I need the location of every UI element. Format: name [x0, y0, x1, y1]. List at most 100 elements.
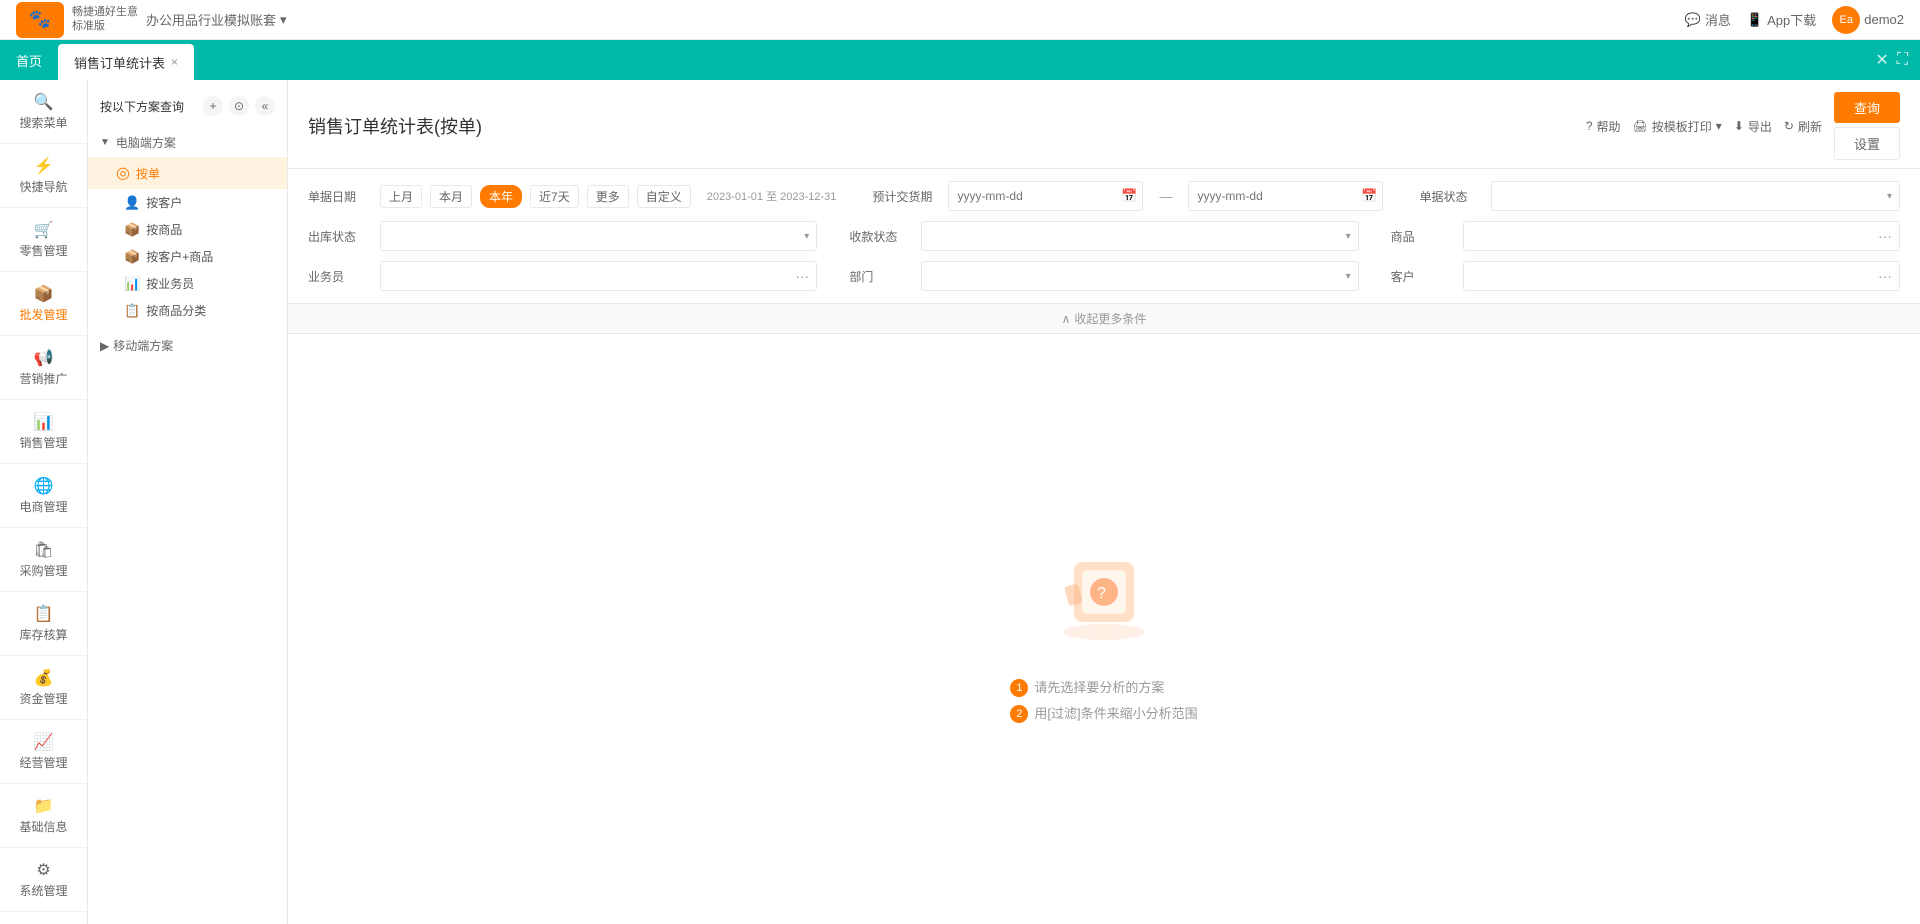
user-initial: Ea	[1840, 14, 1853, 26]
tab-maximize-icon[interactable]: ⛶	[1897, 51, 1908, 69]
print-chevron-icon: ▾	[1716, 119, 1722, 133]
date-btn-custom[interactable]: 自定义	[637, 185, 691, 208]
scheme-item-by-product[interactable]: 📦 按商品	[88, 216, 287, 243]
delivery-date-label: 预计交货期	[872, 188, 932, 205]
by-customer-product-label: 按客户+商品	[146, 248, 213, 265]
tab-close-icon[interactable]: ×	[171, 55, 178, 69]
filter-row-3: 业务员 ··· 部门 ▾ 客户 ···	[308, 261, 1900, 291]
sidebar-item-marketing[interactable]: 📢 营销推广	[0, 336, 87, 400]
sidebar-item-shortcuts[interactable]: ⚡ 快捷导航	[0, 144, 87, 208]
sidebar-item-retail[interactable]: 🛒 零售管理	[0, 208, 87, 272]
date-separator: —	[1159, 189, 1172, 204]
salesperson-input[interactable]	[380, 261, 817, 291]
customer-input[interactable]	[1463, 261, 1900, 291]
sidebar-item-finance[interactable]: 💰 资金管理	[0, 656, 87, 720]
app-selector[interactable]: 办公用品行业模拟账套 ▾	[146, 10, 287, 29]
add-scheme-button[interactable]: +	[203, 96, 223, 116]
content-area: 按以下方案查询 + ⊙ « ▼ 电脑端方案 ◎ 按单 👤	[88, 80, 1920, 924]
customer-field: ···	[1463, 261, 1900, 291]
by-product-icon: 📦	[124, 222, 140, 238]
sales-icon: 📊	[8, 412, 79, 432]
date-btn-last-month[interactable]: 上月	[380, 185, 422, 208]
calendar-end-icon: 📅	[1361, 188, 1377, 204]
filter-area: 单据日期 上月 本月 本年 近7天 更多 自定义 2023-01-01 至 20…	[288, 169, 1920, 304]
help-button[interactable]: ? 帮助	[1586, 118, 1621, 135]
export-label: 导出	[1748, 118, 1772, 135]
date-btn-7days[interactable]: 近7天	[530, 185, 579, 208]
help-label: 帮助	[1597, 118, 1621, 135]
page-actions: ? 帮助 🖨 按模板打印 ▾ ⬇ 导出 ↻ 刷新	[1586, 92, 1900, 160]
date-range-text: 2023-01-01 至 2023-12-31	[707, 188, 837, 204]
status-label: 单据状态	[1419, 188, 1475, 205]
mobile-scheme-group: ▶ 移动端方案	[88, 328, 287, 363]
product-input[interactable]	[1463, 221, 1900, 251]
sidebar-item-sales[interactable]: 📊 销售管理	[0, 400, 87, 464]
topbar-left: 🐾 畅捷通好生意 标准版 办公用品行业模拟账套 ▾	[16, 2, 287, 38]
export-icon: ⬇	[1734, 119, 1744, 133]
print-button[interactable]: 🖨 按模板打印 ▾	[1633, 118, 1722, 135]
collapse-scheme-button[interactable]: «	[255, 96, 275, 116]
download-label: App下载	[1767, 10, 1816, 29]
sidebar-item-label: 库存核算	[8, 626, 79, 643]
download-button[interactable]: 📱 App下载	[1747, 10, 1816, 29]
scheme-item-by-customer[interactable]: 👤 按客户	[88, 189, 287, 216]
pc-scheme-group: ▼ 电脑端方案 ◎ 按单 👤 按客户 📦 按商品 📦 按客户+	[88, 124, 287, 328]
sidebar-item-inventory[interactable]: 📋 库存核算	[0, 592, 87, 656]
ecommerce-icon: 🌐	[8, 476, 79, 496]
sidebar-item-system[interactable]: ⚙ 系统管理	[0, 848, 87, 912]
empty-illustration: ?	[1044, 532, 1164, 655]
query-button[interactable]: 查询	[1834, 92, 1900, 123]
status-field: ▾	[1491, 181, 1900, 211]
tabbar-actions: ✕ ⛶	[1875, 50, 1920, 70]
by-order-label: 按单	[136, 165, 160, 182]
svg-text:?: ?	[1097, 585, 1106, 602]
sidebar-item-label: 快捷导航	[8, 178, 79, 195]
export-button[interactable]: ⬇ 导出	[1734, 118, 1772, 135]
collapse-bar[interactable]: ∧ 收起更多条件	[288, 304, 1920, 334]
sidebar-item-enterprise[interactable]: 🤝 企业协同	[0, 912, 87, 924]
delivery-status-select[interactable]	[380, 221, 817, 251]
tab-home[interactable]: 首页	[0, 40, 58, 80]
scheme-panel: 按以下方案查询 + ⊙ « ▼ 电脑端方案 ◎ 按单 👤	[88, 80, 288, 924]
settings-button[interactable]: 设置	[1834, 127, 1900, 160]
sidebar-item-ecommerce[interactable]: 🌐 电商管理	[0, 464, 87, 528]
scheme-item-by-customer-product[interactable]: 📦 按客户+商品	[88, 243, 287, 270]
empty-tip-1: 1 请先选择要分析的方案	[1010, 675, 1197, 701]
message-button[interactable]: 💬 消息	[1685, 10, 1731, 29]
delivery-date-end-input[interactable]	[1188, 181, 1383, 211]
tab-sales-order[interactable]: 销售订单统计表 ×	[58, 44, 194, 80]
user-menu[interactable]: Ea demo2	[1832, 6, 1904, 34]
refresh-button[interactable]: ↻ 刷新	[1784, 118, 1822, 135]
message-icon: 💬	[1685, 12, 1701, 28]
page-title: 销售订单统计表(按单)	[308, 113, 482, 139]
by-order-icon: ◎	[116, 163, 130, 183]
search-icon: 🔍	[8, 92, 79, 112]
filter-row-1: 单据日期 上月 本月 本年 近7天 更多 自定义 2023-01-01 至 20…	[308, 181, 1900, 211]
sidebar-item-search[interactable]: 🔍 搜索菜单	[0, 80, 87, 144]
sidebar-item-operations[interactable]: 📈 经营管理	[0, 720, 87, 784]
sidebar-item-purchase[interactable]: 🛍 采购管理	[0, 528, 87, 592]
by-product-label: 按商品	[146, 221, 182, 238]
payment-status-select[interactable]	[921, 221, 1358, 251]
date-btn-this-month[interactable]: 本月	[430, 185, 472, 208]
tab-close-all-icon[interactable]: ✕	[1875, 50, 1888, 70]
delivery-date-start-input[interactable]	[948, 181, 1143, 211]
sidebar-item-wholesale[interactable]: 📦 批发管理	[0, 272, 87, 336]
pc-scheme-group-title[interactable]: ▼ 电脑端方案	[88, 128, 287, 157]
status-select[interactable]	[1491, 181, 1900, 211]
mobile-scheme-group-title[interactable]: ▶ 移动端方案	[88, 332, 287, 359]
scheme-item-by-order[interactable]: ◎ 按单	[88, 157, 287, 189]
logo-line1: 畅捷通好生意	[72, 6, 138, 19]
scheme-item-by-product-category[interactable]: 📋 按商品分类	[88, 297, 287, 324]
date-btn-this-year[interactable]: 本年	[480, 185, 522, 208]
product-label: 商品	[1391, 228, 1447, 245]
salesperson-label: 业务员	[308, 268, 364, 285]
scheme-item-by-salesperson[interactable]: 📊 按业务员	[88, 270, 287, 297]
marketing-icon: 📢	[8, 348, 79, 368]
department-select[interactable]	[921, 261, 1358, 291]
sidebar-item-label: 系统管理	[8, 882, 79, 899]
edit-scheme-button[interactable]: ⊙	[229, 96, 249, 116]
date-btn-more[interactable]: 更多	[587, 185, 629, 208]
sidebar-item-basic[interactable]: 📁 基础信息	[0, 784, 87, 848]
sidebar-item-label: 资金管理	[8, 690, 79, 707]
